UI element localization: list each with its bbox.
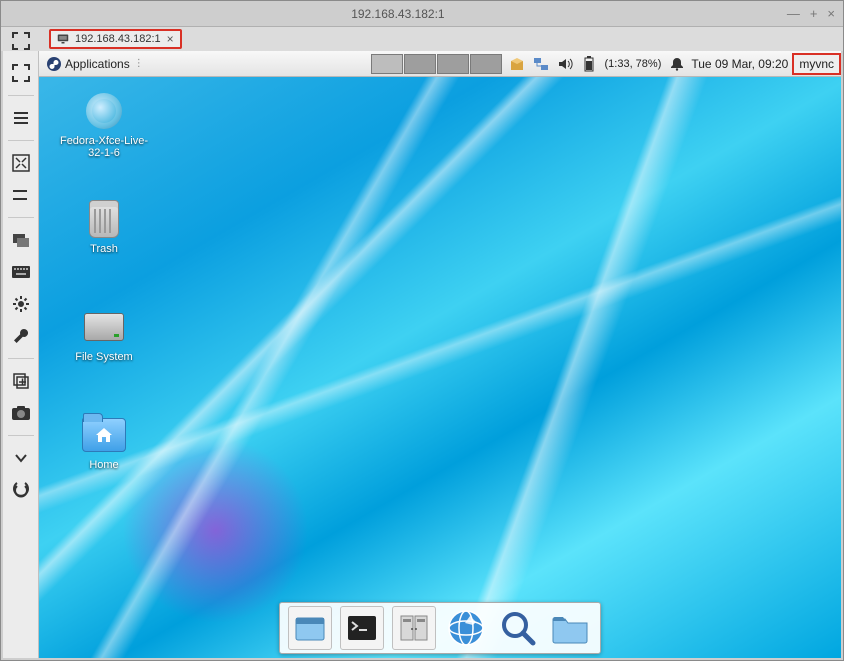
xfce-bottom-dock — [279, 602, 601, 654]
grab-input-icon[interactable] — [9, 183, 33, 207]
toolbar-separator — [8, 358, 34, 359]
window-title: 192.168.43.182:1 — [9, 7, 787, 21]
menu-handle-icon: ⋮ — [134, 58, 144, 69]
scaling-icon[interactable] — [9, 151, 33, 175]
duplicate-icon[interactable] — [9, 369, 33, 393]
toolbar-separator — [8, 435, 34, 436]
toolbar-separator — [8, 217, 34, 218]
user-menu-button[interactable]: myvnc — [792, 53, 841, 75]
applications-label: Applications — [65, 57, 130, 71]
toolbar-separator — [8, 95, 34, 96]
volume-icon[interactable] — [557, 56, 573, 72]
fullscreen-exit-icon[interactable] — [9, 29, 33, 53]
camera-icon[interactable] — [9, 401, 33, 425]
remote-desktop[interactable]: Applications ⋮ (1:33, 78%) — [39, 51, 841, 658]
desktop-icon-label: Trash — [59, 243, 149, 255]
chevron-down-icon[interactable] — [9, 446, 33, 470]
viewer-toolbar — [3, 51, 39, 658]
connection-tab[interactable]: 192.168.43.182:1 × — [49, 29, 182, 49]
disc-icon — [82, 89, 126, 133]
connection-tabbar: 192.168.43.182:1 × — [1, 27, 843, 51]
battery-icon[interactable] — [581, 56, 597, 72]
package-update-icon[interactable] — [509, 56, 525, 72]
keyboard-icon[interactable] — [9, 260, 33, 284]
workspace-2[interactable] — [404, 54, 436, 74]
desktop-wallpaper[interactable]: Fedora-Xfce-Live-32-1-6 Trash File Syste… — [39, 77, 841, 658]
desktop-icon-label: File System — [59, 351, 149, 363]
fullscreen-icon[interactable] — [9, 61, 33, 85]
dock-show-desktop[interactable] — [288, 606, 332, 650]
send-keys-icon[interactable] — [9, 228, 33, 252]
wrench-icon[interactable] — [9, 324, 33, 348]
connection-tab-label: 192.168.43.182:1 — [75, 33, 161, 45]
desktop-icon-label: Home — [59, 459, 149, 471]
gear-icon[interactable] — [9, 292, 33, 316]
desktop-icon-livecd[interactable]: Fedora-Xfce-Live-32-1-6 — [59, 89, 149, 159]
window-titlebar[interactable]: 192.168.43.182:1 — + × — [1, 1, 843, 27]
system-tray: (1:33, 78%) — [503, 56, 692, 72]
clock[interactable]: Tue 09 Mar, 09:20 — [691, 57, 792, 71]
desktop-icon-home[interactable]: Home — [59, 413, 149, 471]
fedora-logo-icon — [47, 57, 61, 71]
workspace-1[interactable] — [371, 54, 403, 74]
dock-terminal[interactable] — [340, 606, 384, 650]
dock-file-manager[interactable] — [392, 606, 436, 650]
close-window-button[interactable]: × — [827, 6, 835, 21]
dock-web-browser[interactable] — [444, 606, 488, 650]
minimize-button[interactable]: — — [787, 6, 800, 21]
close-tab-icon[interactable]: × — [167, 32, 174, 46]
battery-status[interactable]: (1:33, 78%) — [605, 58, 662, 70]
disconnect-icon[interactable] — [9, 478, 33, 502]
drive-icon — [82, 305, 126, 349]
xfce-top-panel: Applications ⋮ (1:33, 78%) — [39, 51, 841, 77]
workspace-switcher[interactable] — [371, 54, 503, 74]
maximize-button[interactable]: + — [810, 6, 818, 21]
desktop-icon-trash[interactable]: Trash — [59, 197, 149, 255]
menu-icon[interactable] — [9, 106, 33, 130]
desktop-icon-label: Fedora-Xfce-Live-32-1-6 — [59, 135, 149, 159]
applications-menu-button[interactable]: Applications ⋮ — [39, 51, 152, 76]
trash-icon — [82, 197, 126, 241]
dock-directory[interactable] — [548, 606, 592, 650]
network-icon[interactable] — [533, 56, 549, 72]
workspace-4[interactable] — [470, 54, 502, 74]
toolbar-separator — [8, 140, 34, 141]
monitor-icon — [57, 33, 69, 45]
workspace-3[interactable] — [437, 54, 469, 74]
dock-app-finder[interactable] — [496, 606, 540, 650]
notification-bell-icon[interactable] — [669, 56, 685, 72]
vnc-viewer-window: 192.168.43.182:1 — + × 192.168.43.182:1 … — [0, 0, 844, 661]
desktop-icon-filesystem[interactable]: File System — [59, 305, 149, 363]
home-folder-icon — [82, 413, 126, 457]
